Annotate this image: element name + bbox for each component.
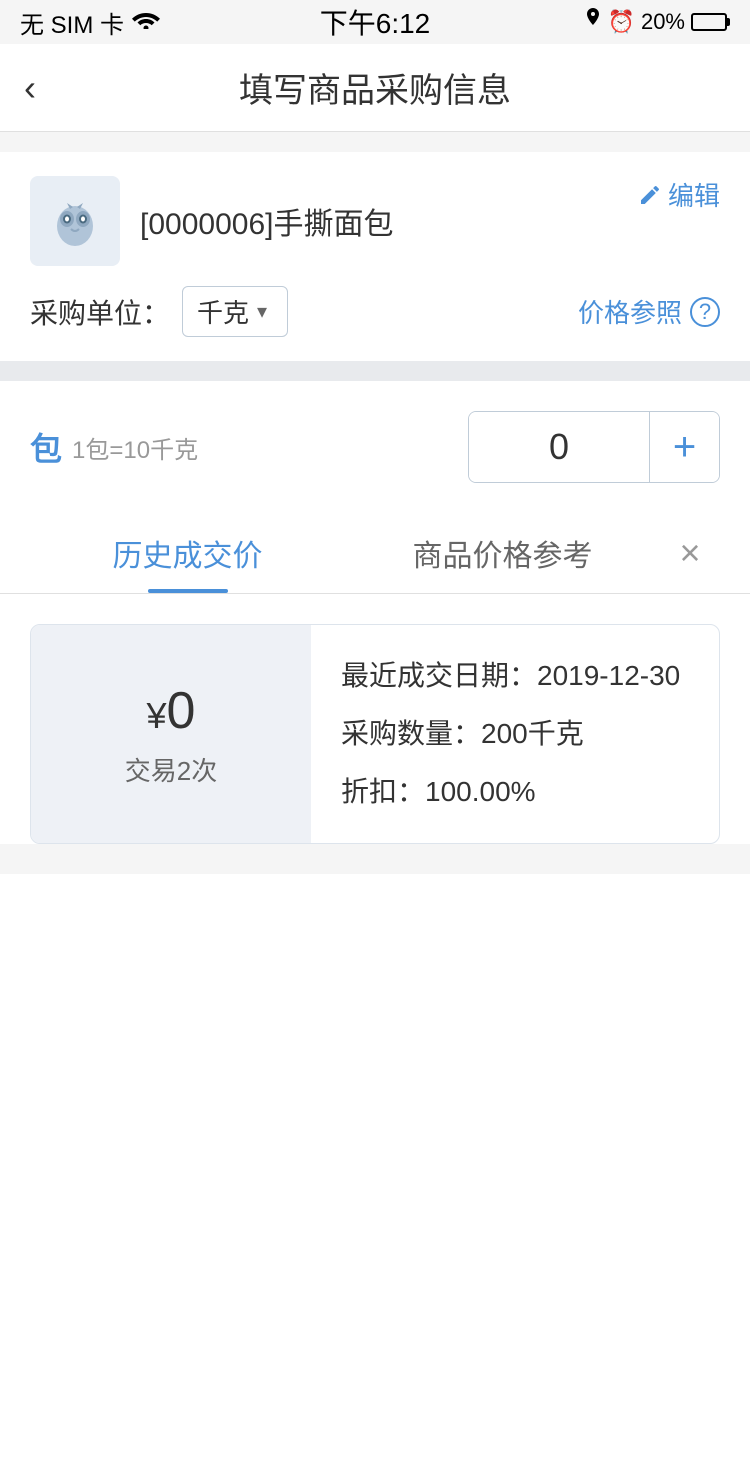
battery-icon [691, 13, 730, 31]
quantity-input[interactable] [469, 412, 649, 482]
tab-history-label: 历史成交价 [113, 531, 263, 575]
quantity-row: 包 1包=10千克 + [0, 381, 750, 513]
history-price-value: ¥0 [147, 681, 196, 741]
content-body [0, 874, 750, 1474]
status-left: 无 SIM 卡 [20, 5, 160, 40]
quantity-unit-badge: 包 [30, 424, 62, 470]
product-image [30, 176, 120, 266]
edit-label: 编辑 [668, 176, 720, 213]
unit-label: 采购单位： [30, 292, 170, 332]
price-ref-help-icon: ? [690, 297, 720, 327]
history-detail: 最近成交日期：2019-12-30 采购数量：200千克 折扣：100.00% [311, 625, 719, 843]
tab-product-price-ref[interactable]: 商品价格参考 [345, 513, 660, 593]
price-ref-label: 价格参照 [578, 293, 682, 330]
quantity-label: 包 1包=10千克 [30, 424, 198, 470]
recent-date-value: 2019-12-30 [537, 660, 680, 691]
discount-value: 100.00% [425, 776, 536, 807]
unit-dropdown-arrow: ▾ [257, 299, 267, 324]
purchase-qty-label: 采购数量： [341, 718, 481, 749]
discount-label: 折扣： [341, 776, 425, 807]
price-ref-button[interactable]: 价格参照 ? [578, 293, 720, 330]
edit-button[interactable]: 编辑 [638, 176, 720, 213]
carrier-text: 无 SIM 卡 [20, 5, 124, 40]
unit-left: 采购单位： 千克 ▾ [30, 286, 288, 337]
tab-history-price[interactable]: 历史成交价 [30, 513, 345, 593]
purchase-qty-value: 200千克 [481, 718, 584, 749]
product-card: [0000006]手撕面包 编辑 采购单位： 千克 ▾ 价格参照 ? [0, 152, 750, 361]
status-bar: 无 SIM 卡 下午6:12 ⏰ 20% [0, 0, 750, 44]
unit-value: 千克 [197, 293, 249, 330]
location-icon [584, 8, 602, 36]
history-trade-count: 交易2次 [125, 751, 217, 788]
tabs-panel: 历史成交价 商品价格参考 × ¥0 交易2次 最近成交日期：2019-12-30… [0, 513, 750, 844]
history-card: ¥0 交易2次 最近成交日期：2019-12-30 采购数量：200千克 折扣：… [30, 624, 720, 844]
header: ‹ 填写商品采购信息 [0, 44, 750, 132]
history-discount: 折扣：100.00% [341, 771, 689, 813]
product-left: [0000006]手撕面包 [30, 176, 393, 266]
quantity-plus-button[interactable]: + [649, 412, 719, 482]
status-time: 下午6:12 [320, 2, 431, 42]
product-name: [0000006]手撕面包 [140, 199, 393, 243]
tab-price-ref-label: 商品价格参考 [413, 531, 593, 575]
recent-date-label: 最近成交日期： [341, 660, 537, 691]
quantity-hint: 1包=10千克 [72, 430, 198, 465]
alarm-icon: ⏰ [608, 9, 635, 35]
back-button[interactable]: ‹ [24, 67, 36, 109]
history-recent-date: 最近成交日期：2019-12-30 [341, 655, 689, 697]
tabs-close-button[interactable]: × [660, 523, 720, 583]
quantity-input-group: + [468, 411, 720, 483]
status-right: ⏰ 20% [584, 8, 730, 36]
battery-percent: 20% [641, 9, 685, 35]
page-title: 填写商品采购信息 [239, 63, 511, 112]
section-divider [0, 361, 750, 381]
tabs: 历史成交价 商品价格参考 × [0, 513, 750, 594]
wifi-icon [132, 8, 160, 36]
product-unit-row: 采购单位： 千克 ▾ 价格参照 ? [30, 286, 720, 337]
product-top: [0000006]手撕面包 编辑 [30, 176, 720, 266]
history-price-summary: ¥0 交易2次 [31, 625, 311, 843]
history-yen-symbol: ¥ [147, 695, 167, 736]
history-purchase-qty: 采购数量：200千克 [341, 713, 689, 755]
unit-select[interactable]: 千克 ▾ [182, 286, 288, 337]
